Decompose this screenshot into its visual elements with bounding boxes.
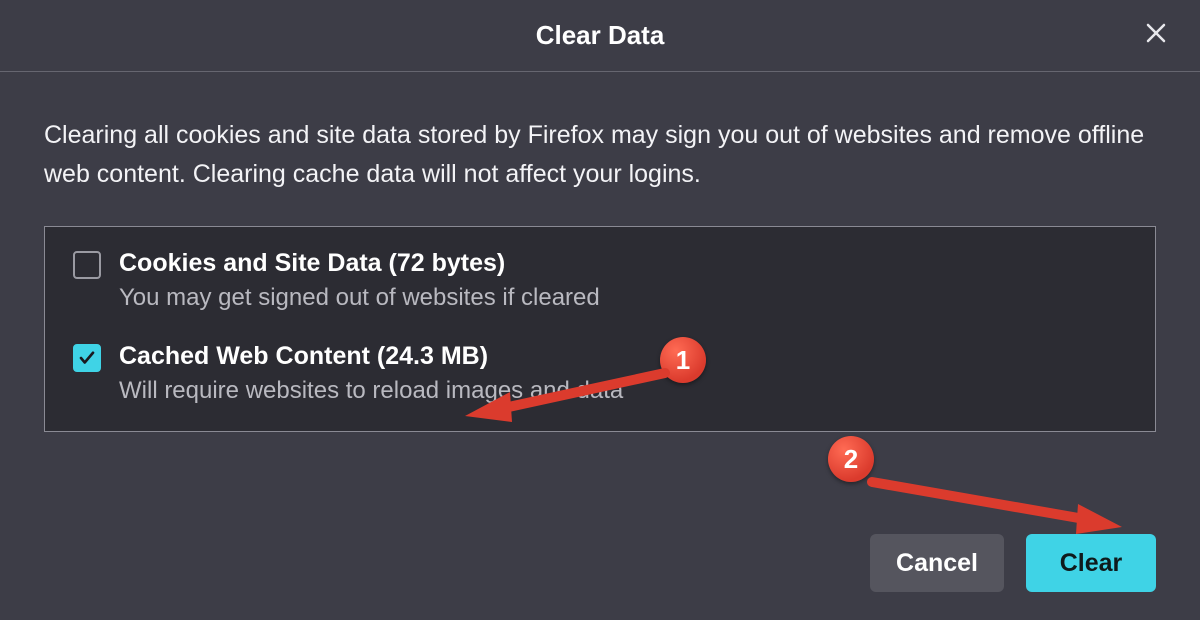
cookies-subtext: You may get signed out of websites if cl…: [119, 284, 600, 312]
annotation-badge-2: 2: [828, 436, 874, 482]
description-text: Clearing all cookies and site data store…: [44, 116, 1156, 194]
dialog-body: Clearing all cookies and site data store…: [0, 72, 1200, 432]
clear-data-dialog: Clear Data Clearing all cookies and site…: [0, 0, 1200, 620]
cache-label: Cached Web Content (24.3 MB): [119, 342, 623, 371]
cache-checkbox[interactable]: [73, 344, 101, 372]
close-icon: [1144, 21, 1168, 50]
close-button[interactable]: [1140, 20, 1172, 52]
cache-subtext: Will require websites to reload images a…: [119, 377, 623, 405]
titlebar: Clear Data: [0, 0, 1200, 72]
button-row: Cancel Clear: [870, 534, 1156, 592]
option-cache: Cached Web Content (24.3 MB) Will requir…: [73, 342, 1127, 405]
dialog-title: Clear Data: [536, 20, 665, 51]
cookies-label: Cookies and Site Data (72 bytes): [119, 249, 600, 278]
option-cookies: Cookies and Site Data (72 bytes) You may…: [73, 249, 1127, 312]
clear-button[interactable]: Clear: [1026, 534, 1156, 592]
options-panel: Cookies and Site Data (72 bytes) You may…: [44, 226, 1156, 432]
cancel-button[interactable]: Cancel: [870, 534, 1004, 592]
cookies-checkbox[interactable]: [73, 251, 101, 279]
